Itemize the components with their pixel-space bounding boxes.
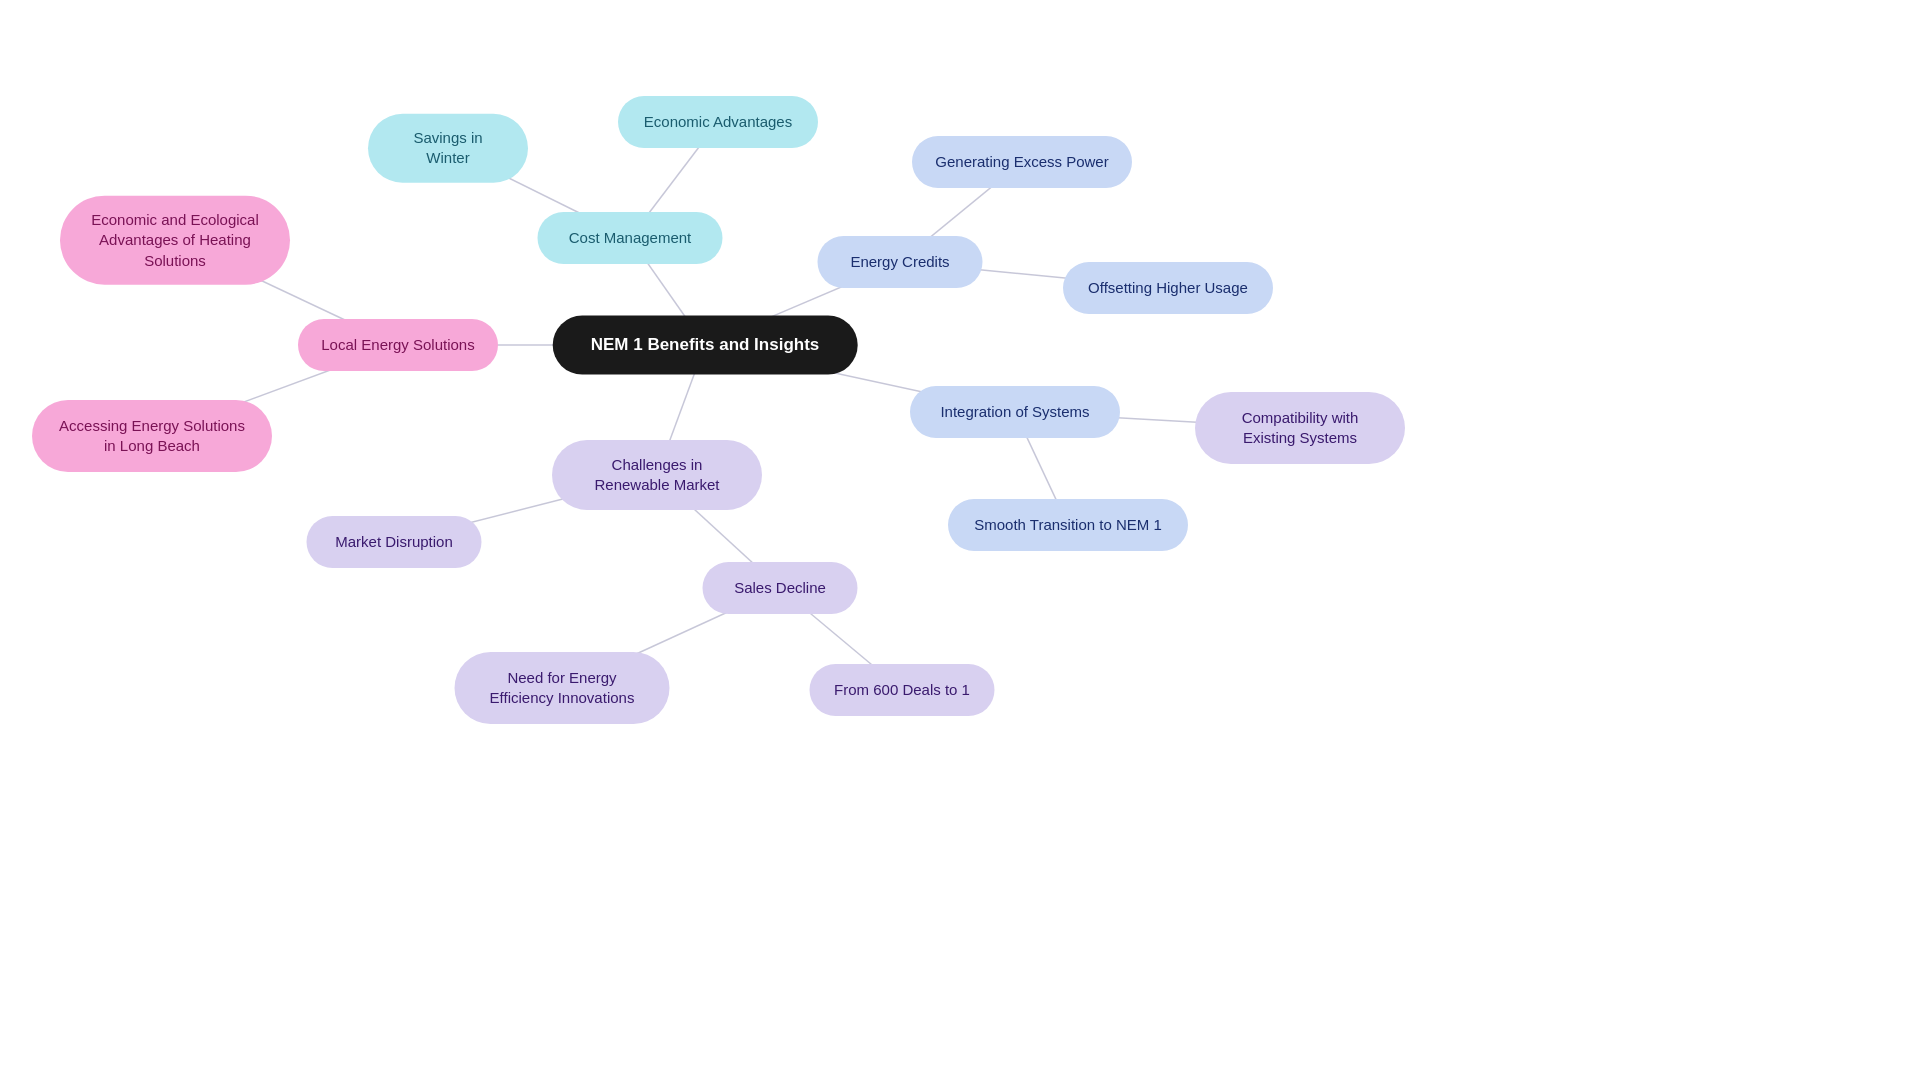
integration-systems-node[interactable]: Integration of Systems <box>910 386 1120 438</box>
offsetting-higher-usage-node[interactable]: Offsetting Higher Usage <box>1063 262 1273 314</box>
market-disruption-node[interactable]: Market Disruption <box>307 516 482 568</box>
compatibility-existing-node[interactable]: Compatibility with Existing Systems <box>1195 392 1405 464</box>
need-energy-efficiency-node[interactable]: Need for Energy Efficiency Innovations <box>455 652 670 724</box>
savings-winter-node[interactable]: Savings in Winter <box>368 114 528 183</box>
eco-advantages-heating-node[interactable]: Economic and Ecological Advantages of He… <box>60 196 290 285</box>
challenges-renewable-node[interactable]: Challenges in Renewable Market <box>552 440 762 510</box>
local-energy-solutions-node[interactable]: Local Energy Solutions <box>298 319 498 371</box>
economic-advantages-node[interactable]: Economic Advantages <box>618 96 818 148</box>
energy-credits-node[interactable]: Energy Credits <box>818 236 983 288</box>
from-600-deals-node[interactable]: From 600 Deals to 1 <box>810 664 995 716</box>
center-node[interactable]: NEM 1 Benefits and Insights <box>553 316 858 375</box>
accessing-energy-lb-node[interactable]: Accessing Energy Solutions in Long Beach <box>32 400 272 472</box>
sales-decline-node[interactable]: Sales Decline <box>703 562 858 614</box>
mindmap-container: NEM 1 Benefits and Insights Savings in Wi… <box>0 0 1920 1083</box>
cost-management-node[interactable]: Cost Management <box>538 212 723 264</box>
smooth-transition-node[interactable]: Smooth Transition to NEM 1 <box>948 499 1188 551</box>
generating-excess-power-node[interactable]: Generating Excess Power <box>912 136 1132 188</box>
